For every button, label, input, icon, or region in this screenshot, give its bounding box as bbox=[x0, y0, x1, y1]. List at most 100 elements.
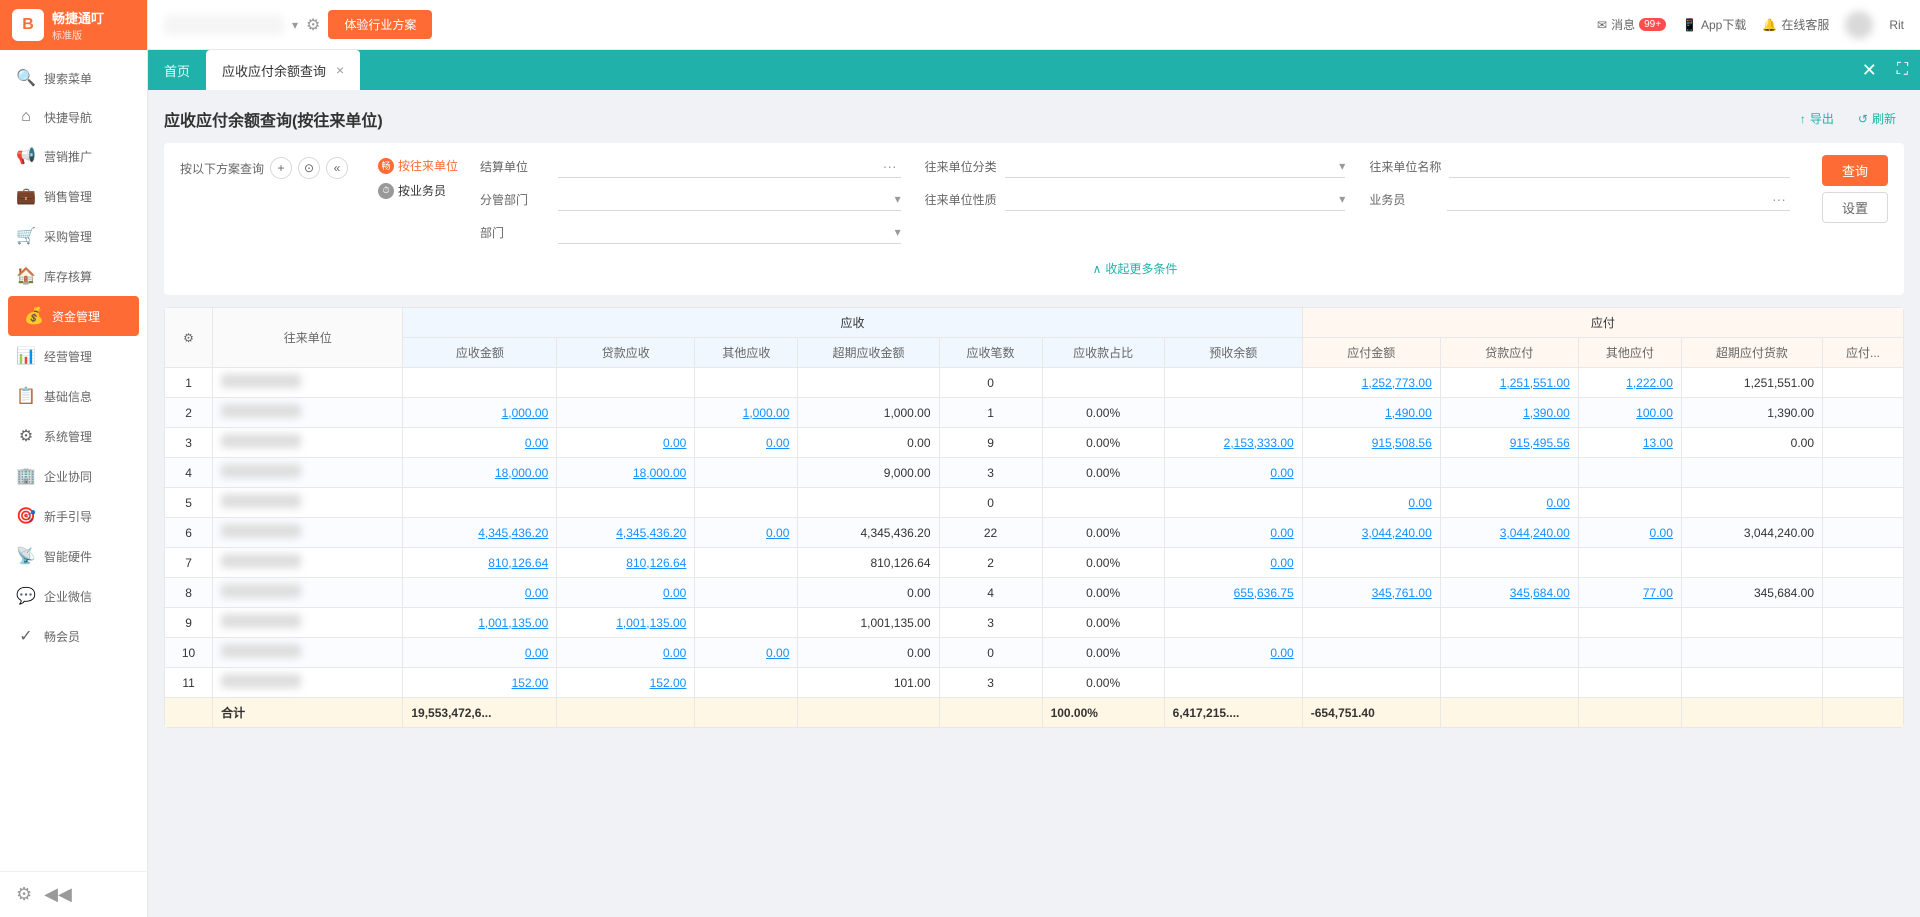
sidebar-item-inventory[interactable]: 🏠 库存核算 bbox=[0, 256, 147, 296]
app-download-button[interactable]: 📱 App下载 bbox=[1682, 16, 1746, 33]
sidebar-item-sales[interactable]: 💼 销售管理 bbox=[0, 176, 147, 216]
table-cell[interactable]: 2,153,333.00 bbox=[1164, 428, 1302, 458]
fullscreen-icon[interactable]: ⛶ bbox=[1885, 61, 1920, 79]
link-value[interactable]: 1,001,135.00 bbox=[616, 616, 686, 630]
table-cell[interactable] bbox=[1164, 488, 1302, 518]
table-cell[interactable]: 0.00 bbox=[1164, 638, 1302, 668]
link-value[interactable]: 810,126.64 bbox=[626, 556, 686, 570]
table-cell[interactable]: 0.00 bbox=[695, 518, 798, 548]
sidebar-item-operations[interactable]: 📊 经营管理 bbox=[0, 336, 147, 376]
refresh-button[interactable]: ↺ 刷新 bbox=[1850, 106, 1904, 131]
link-value[interactable]: 3,044,240.00 bbox=[1500, 526, 1570, 540]
scheme-by-partner[interactable]: 畅 按往来单位 bbox=[372, 155, 464, 176]
table-cell[interactable] bbox=[1578, 638, 1681, 668]
table-cell[interactable]: 0.00 bbox=[557, 578, 695, 608]
table-cell[interactable] bbox=[1164, 398, 1302, 428]
table-cell[interactable]: 915,508.56 bbox=[1302, 428, 1440, 458]
link-value[interactable]: 0.00 bbox=[525, 586, 548, 600]
table-cell[interactable]: 0.00 bbox=[557, 428, 695, 458]
table-cell[interactable]: 655,636.75 bbox=[1164, 578, 1302, 608]
sidebar-item-guide[interactable]: 🎯 新手引导 bbox=[0, 496, 147, 536]
table-cell[interactable]: 4,345,436.20 bbox=[557, 518, 695, 548]
link-value[interactable]: 100.00 bbox=[1636, 406, 1673, 420]
table-cell[interactable]: 3,044,240.00 bbox=[1302, 518, 1440, 548]
table-cell[interactable]: 0.00 bbox=[695, 428, 798, 458]
topbar-gear-icon[interactable]: ⚙ bbox=[306, 15, 320, 35]
dept-manager-chevron-icon[interactable]: ▾ bbox=[895, 192, 901, 206]
table-cell[interactable] bbox=[557, 368, 695, 398]
table-cell[interactable] bbox=[1302, 638, 1440, 668]
table-cell[interactable] bbox=[1302, 668, 1440, 698]
table-cell[interactable]: 0.00 bbox=[1164, 458, 1302, 488]
dept-input[interactable] bbox=[558, 221, 895, 243]
settlement-unit-more-icon[interactable]: ··· bbox=[879, 158, 901, 174]
link-value[interactable]: 1,251,551.00 bbox=[1500, 376, 1570, 390]
message-button[interactable]: ✉ 消息 99+ bbox=[1597, 16, 1666, 33]
table-cell[interactable]: 915,495.56 bbox=[1440, 428, 1578, 458]
link-value[interactable]: 4,345,436.20 bbox=[478, 526, 548, 540]
tab-home[interactable]: 首页 bbox=[148, 50, 206, 90]
link-value[interactable]: 0.00 bbox=[1270, 646, 1293, 660]
partner-nature-chevron-icon[interactable]: ▾ bbox=[1339, 192, 1345, 206]
table-cell[interactable]: 18,000.00 bbox=[403, 458, 557, 488]
th-settings[interactable]: ⚙ bbox=[165, 308, 213, 368]
table-cell[interactable]: 152.00 bbox=[557, 668, 695, 698]
export-button[interactable]: ↑ 导出 bbox=[1792, 106, 1842, 131]
table-cell[interactable]: 345,684.00 bbox=[1440, 578, 1578, 608]
table-cell[interactable]: 0.00 bbox=[695, 638, 798, 668]
link-value[interactable]: 915,495.56 bbox=[1510, 436, 1570, 450]
table-cell[interactable] bbox=[695, 368, 798, 398]
link-value[interactable]: 915,508.56 bbox=[1372, 436, 1432, 450]
sidebar-item-purchase[interactable]: 🛒 采购管理 bbox=[0, 216, 147, 256]
link-value[interactable]: 0.00 bbox=[663, 586, 686, 600]
link-value[interactable]: 655,636.75 bbox=[1234, 586, 1294, 600]
link-value[interactable]: 0.00 bbox=[663, 436, 686, 450]
link-value[interactable]: 1,490.00 bbox=[1385, 406, 1432, 420]
link-value[interactable]: 345,761.00 bbox=[1372, 586, 1432, 600]
expand-scheme-button[interactable]: « bbox=[326, 157, 348, 179]
table-cell[interactable]: 1,001,135.00 bbox=[403, 608, 557, 638]
partner-nature-input[interactable] bbox=[1005, 188, 1340, 210]
link-value[interactable]: 0.00 bbox=[525, 646, 548, 660]
topbar-chevron-icon[interactable]: ▾ bbox=[292, 18, 298, 32]
footer-settings-icon[interactable]: ⚙ bbox=[16, 884, 32, 905]
table-cell[interactable]: 1,252,773.00 bbox=[1302, 368, 1440, 398]
link-value[interactable]: 0.00 bbox=[766, 646, 789, 660]
tab-close-icon[interactable]: × bbox=[336, 62, 344, 78]
table-cell[interactable]: 0.00 bbox=[557, 638, 695, 668]
sidebar-item-smart[interactable]: 📡 智能硬件 bbox=[0, 536, 147, 576]
table-cell[interactable]: 0.00 bbox=[403, 428, 557, 458]
table-cell[interactable] bbox=[1440, 668, 1578, 698]
link-value[interactable]: 810,126.64 bbox=[488, 556, 548, 570]
table-cell[interactable]: 810,126.64 bbox=[403, 548, 557, 578]
table-cell[interactable] bbox=[403, 488, 557, 518]
table-cell[interactable]: 1,001,135.00 bbox=[557, 608, 695, 638]
link-value[interactable]: 152.00 bbox=[650, 676, 687, 690]
table-cell[interactable] bbox=[1164, 368, 1302, 398]
table-cell[interactable] bbox=[1578, 608, 1681, 638]
scheme-by-salesperson[interactable]: ⏱ 按业务员 bbox=[372, 180, 464, 201]
link-value[interactable]: 0.00 bbox=[766, 436, 789, 450]
table-cell[interactable] bbox=[1440, 458, 1578, 488]
table-cell[interactable] bbox=[1578, 488, 1681, 518]
table-cell[interactable]: 1,251,551.00 bbox=[1440, 368, 1578, 398]
link-value[interactable]: 1,000.00 bbox=[502, 406, 549, 420]
table-cell[interactable]: 18,000.00 bbox=[557, 458, 695, 488]
table-cell[interactable]: 77.00 bbox=[1578, 578, 1681, 608]
salesperson-input[interactable] bbox=[1447, 188, 1768, 210]
partner-category-chevron-icon[interactable]: ▾ bbox=[1339, 159, 1345, 173]
collapse-button[interactable]: ∧ 收起更多条件 bbox=[480, 254, 1790, 283]
table-cell[interactable]: 13.00 bbox=[1578, 428, 1681, 458]
table-cell[interactable] bbox=[695, 578, 798, 608]
table-cell[interactable] bbox=[1302, 548, 1440, 578]
table-cell[interactable]: 0.00 bbox=[403, 638, 557, 668]
link-value[interactable]: 1,222.00 bbox=[1626, 376, 1673, 390]
link-value[interactable]: 0.00 bbox=[663, 646, 686, 660]
table-cell[interactable]: 0.00 bbox=[1578, 518, 1681, 548]
sidebar-item-search-menu[interactable]: 🔍 搜索菜单 bbox=[0, 58, 147, 98]
table-cell[interactable]: 0.00 bbox=[1164, 548, 1302, 578]
link-value[interactable]: 77.00 bbox=[1643, 586, 1673, 600]
table-cell[interactable] bbox=[695, 608, 798, 638]
table-cell[interactable] bbox=[557, 488, 695, 518]
link-value[interactable]: 152.00 bbox=[512, 676, 549, 690]
